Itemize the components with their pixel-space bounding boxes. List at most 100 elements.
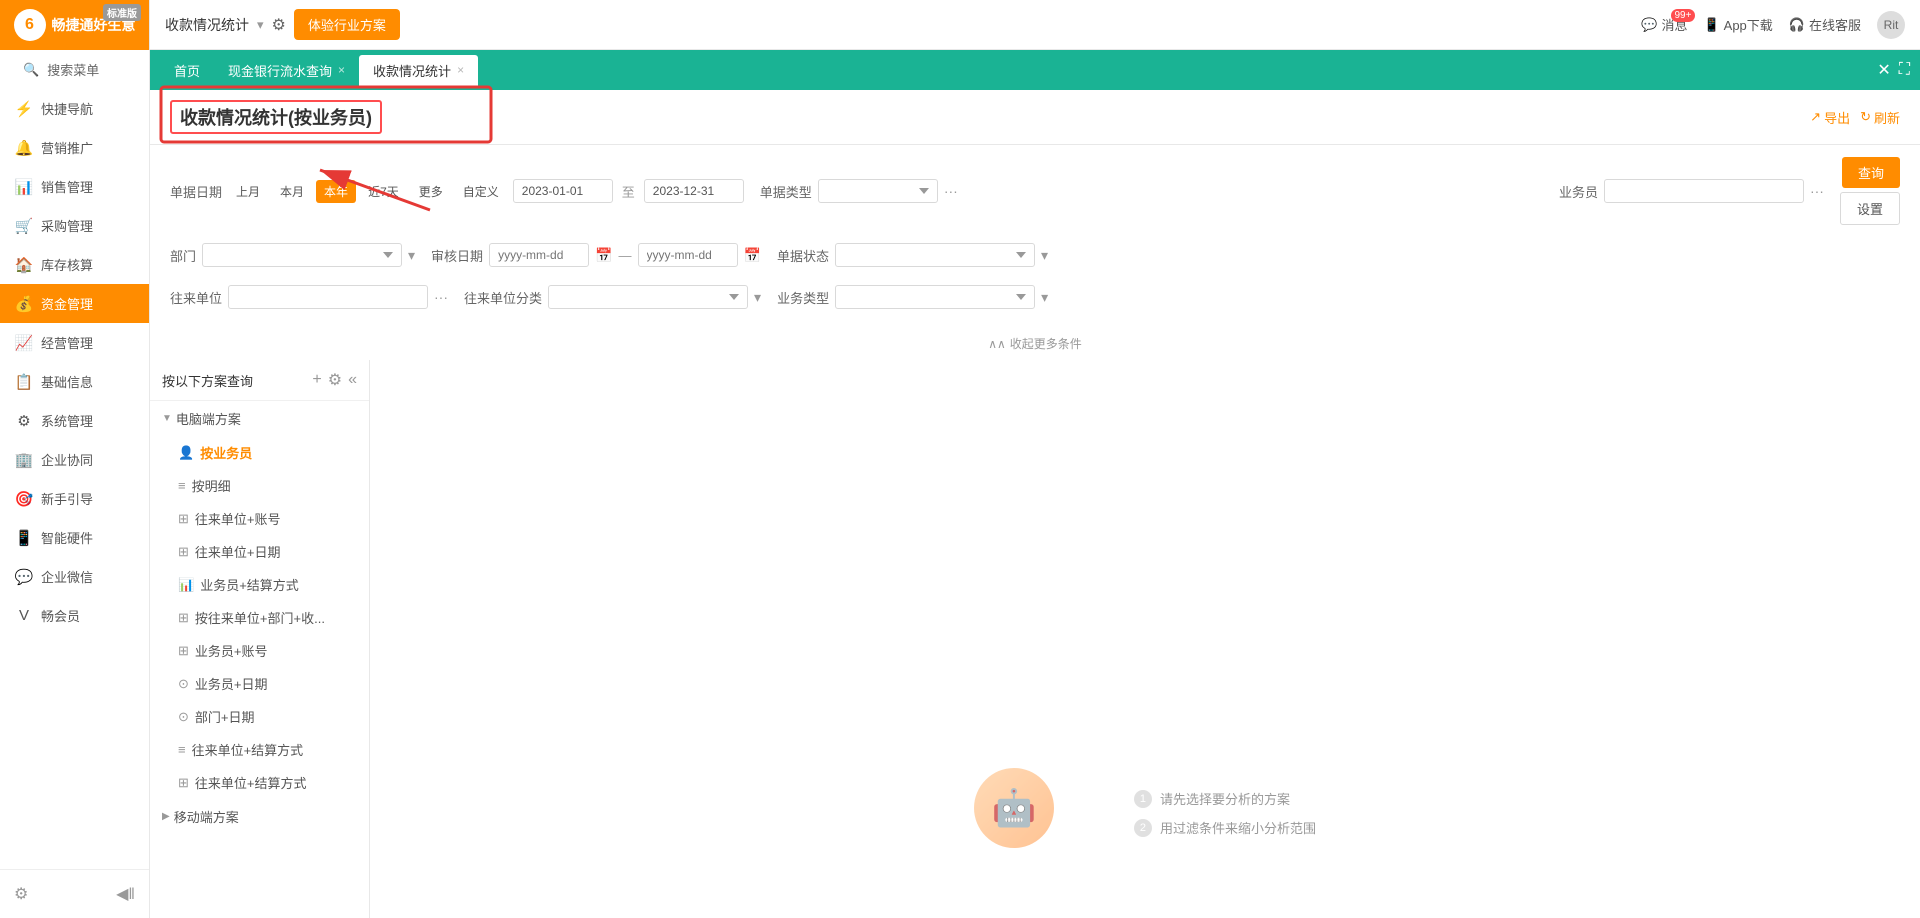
sidebar-item-system[interactable]: ⚙ 系统管理 bbox=[0, 401, 149, 440]
tab-collection-close[interactable]: × bbox=[457, 63, 464, 77]
sidebar-nav: 🔔 营销推广 📊 销售管理 🛒 采购管理 🏠 库存核算 💰 资金管理 📈 经营管… bbox=[0, 128, 149, 869]
scheme-item-detail[interactable]: ≡ 按明细 bbox=[150, 469, 369, 502]
sidebar-item-finance-label: 资金管理 bbox=[41, 294, 93, 313]
content-body: 按以下方案查询 + ⚙ « ▼ 电脑端方案 👤 bbox=[150, 360, 1920, 918]
sidebar-item-inventory[interactable]: 🏠 库存核算 bbox=[0, 245, 149, 284]
scheme-add-btn[interactable]: + bbox=[312, 371, 321, 389]
scheme-item-salesperson[interactable]: 👤 按业务员 bbox=[150, 436, 369, 469]
filter-dept-item: 部门 ▾ bbox=[170, 243, 415, 267]
review-date-to[interactable] bbox=[638, 243, 738, 267]
date-from-input[interactable] bbox=[513, 179, 613, 203]
query-btn[interactable]: 查询 bbox=[1842, 157, 1900, 188]
scheme-item-salesperson-account-label: 业务员+账号 bbox=[195, 641, 268, 660]
date-tab-more[interactable]: 更多 bbox=[411, 180, 451, 203]
export-label: 导出 bbox=[1824, 108, 1850, 127]
doc-status-select[interactable] bbox=[835, 243, 1035, 267]
sidebar-item-finance[interactable]: 💰 资金管理 bbox=[0, 284, 149, 323]
scheme-item-counterpart-date[interactable]: ⊞ 往来单位+日期 bbox=[150, 535, 369, 568]
doc-status-dropdown-icon[interactable]: ▾ bbox=[1041, 247, 1048, 264]
dept-dropdown-icon[interactable]: ▾ bbox=[408, 247, 415, 264]
doc-type-more[interactable]: ··· bbox=[944, 183, 958, 199]
sidebar-item-basic[interactable]: 📋 基础信息 bbox=[0, 362, 149, 401]
dept-select[interactable] bbox=[202, 243, 402, 267]
sidebar-item-inventory-label: 库存核算 bbox=[41, 255, 93, 274]
scheme-collapse-btn[interactable]: « bbox=[348, 371, 357, 389]
search-menu[interactable]: 🔍 搜索菜单 bbox=[0, 50, 149, 89]
counterpart-cat-dropdown-icon[interactable]: ▾ bbox=[754, 289, 761, 306]
settings-footer-btn[interactable]: ⚙ bbox=[10, 880, 32, 908]
salesperson-input[interactable] bbox=[1604, 179, 1804, 203]
date-tab-last-month[interactable]: 上月 bbox=[228, 180, 268, 203]
sidebar-item-sales[interactable]: 📊 销售管理 bbox=[0, 167, 149, 206]
date-to-input[interactable] bbox=[644, 179, 744, 203]
topbar-settings-icon[interactable]: ⚙ bbox=[272, 15, 286, 35]
filter-settings-btn[interactable]: 设置 bbox=[1840, 192, 1900, 225]
guide-icon: 🎯 bbox=[15, 490, 33, 508]
counterpart-cat-select[interactable] bbox=[548, 285, 748, 309]
tab-home[interactable]: 首页 bbox=[160, 55, 214, 86]
scheme-item-salesperson-settlement[interactable]: 📊 业务员+结算方式 bbox=[150, 568, 369, 601]
filter-salesperson-item: 业务员 ··· bbox=[1559, 179, 1824, 203]
salesperson-more[interactable]: ··· bbox=[1810, 183, 1824, 199]
refresh-btn[interactable]: ↻ 刷新 bbox=[1860, 108, 1900, 127]
scheme-item-salesperson-account[interactable]: ⊞ 业务员+账号 bbox=[150, 634, 369, 667]
message-badge: 99+ bbox=[1671, 9, 1696, 22]
biz-type-select[interactable] bbox=[835, 285, 1035, 309]
scheme-item-counterpart-settlement1[interactable]: ≡ 往来单位+结算方式 bbox=[150, 733, 369, 766]
sidebar-item-member[interactable]: V 畅会员 bbox=[0, 596, 149, 635]
tab-collection[interactable]: 收款情况统计 × bbox=[359, 55, 478, 86]
date-tab-custom[interactable]: 自定义 bbox=[455, 180, 507, 203]
tab-bank-close[interactable]: × bbox=[338, 63, 345, 77]
hint-item-1: 1 请先选择要分析的方案 bbox=[1134, 789, 1290, 808]
sidebar-item-enterprise[interactable]: 🏢 企业协同 bbox=[0, 440, 149, 479]
sidebar: 6 畅捷通好生意 标准版 🔍 搜索菜单 ⚡ 快捷导航 🔔 营销推广 📊 销售管理… bbox=[0, 0, 150, 918]
scheme-item-salesperson-date[interactable]: ⊙ 业务员+日期 bbox=[150, 667, 369, 700]
doc-type-select[interactable] bbox=[818, 179, 938, 203]
scheme-group-mobile: ▶ 移动端方案 bbox=[150, 799, 369, 834]
sidebar-item-nav[interactable]: ⚡ 快捷导航 bbox=[0, 89, 149, 128]
finance-icon: 💰 bbox=[15, 295, 33, 313]
review-calendar-to[interactable]: 📅 bbox=[744, 247, 761, 264]
export-btn[interactable]: ↗ 导出 bbox=[1810, 108, 1850, 127]
tab-close-window-btn[interactable]: ✕ bbox=[1877, 60, 1890, 80]
date-tab-7days[interactable]: 近7天 bbox=[360, 180, 407, 203]
app-download-label: App下载 bbox=[1724, 15, 1773, 34]
date-tab-this-month[interactable]: 本月 bbox=[272, 180, 312, 203]
scheme-item-dept-date[interactable]: ⊙ 部门+日期 bbox=[150, 700, 369, 733]
user-avatar[interactable]: Rit bbox=[1877, 11, 1905, 39]
sidebar-item-operation[interactable]: 📈 经营管理 bbox=[0, 323, 149, 362]
sidebar-item-purchase[interactable]: 🛒 采购管理 bbox=[0, 206, 149, 245]
topbar-dropdown-icon[interactable]: ▾ bbox=[257, 17, 264, 33]
app-download-btn[interactable]: 📱 App下载 bbox=[1703, 15, 1772, 34]
tab-bank[interactable]: 现金银行流水查询 × bbox=[214, 55, 359, 86]
scheme-settings-btn[interactable]: ⚙ bbox=[328, 370, 342, 390]
review-date-from[interactable] bbox=[489, 243, 589, 267]
date-tab-this-year[interactable]: 本年 bbox=[316, 180, 356, 203]
counterpart-more[interactable]: ··· bbox=[434, 289, 448, 305]
biz-type-dropdown-icon[interactable]: ▾ bbox=[1041, 289, 1048, 306]
collapse-btn[interactable]: ∧∧ 收起更多条件 bbox=[150, 327, 1920, 360]
online-service-btn[interactable]: 🎧 在线客服 bbox=[1789, 15, 1861, 34]
scheme-item-counterpart-settlement2[interactable]: ⊞ 往来单位+结算方式 bbox=[150, 766, 369, 799]
scheme-mobile-expand-icon: ▶ bbox=[162, 811, 170, 822]
trial-btn[interactable]: 体验行业方案 bbox=[294, 9, 400, 40]
counterpart-input[interactable] bbox=[228, 285, 428, 309]
scheme-item-counterpart-dept[interactable]: ⊞ 按往来单位+部门+收... bbox=[150, 601, 369, 634]
collapse-chevron: ∧∧ bbox=[988, 337, 1006, 351]
scheme-group-desktop-header[interactable]: ▼ 电脑端方案 bbox=[150, 401, 369, 436]
sidebar-item-marketing[interactable]: 🔔 营销推广 bbox=[0, 128, 149, 167]
sidebar-item-wechat-label: 企业微信 bbox=[41, 567, 93, 586]
scheme-group-mobile-label: 移动端方案 bbox=[174, 807, 239, 826]
sidebar-item-wechat[interactable]: 💬 企业微信 bbox=[0, 557, 149, 596]
scheme-counterpart-settlement1-icon: ≡ bbox=[178, 742, 186, 757]
nav-icon: ⚡ bbox=[15, 100, 33, 118]
collapse-sidebar-btn[interactable]: ◀‖ bbox=[112, 880, 139, 908]
result-bottom: 🤖 1 请先选择要分析的方案 2 用过滤条件来缩小分析范围 bbox=[974, 768, 1316, 858]
tab-maximize-btn[interactable]: ⛶ bbox=[1899, 61, 1910, 79]
scheme-item-counterpart-account[interactable]: ⊞ 往来单位+账号 bbox=[150, 502, 369, 535]
message-btn[interactable]: 💬 消息 99+ bbox=[1641, 15, 1687, 34]
scheme-group-mobile-header[interactable]: ▶ 移动端方案 bbox=[150, 799, 369, 834]
sidebar-item-guide[interactable]: 🎯 新手引导 bbox=[0, 479, 149, 518]
review-calendar-from[interactable]: 📅 bbox=[595, 247, 612, 264]
sidebar-item-hardware[interactable]: 📱 智能硬件 bbox=[0, 518, 149, 557]
